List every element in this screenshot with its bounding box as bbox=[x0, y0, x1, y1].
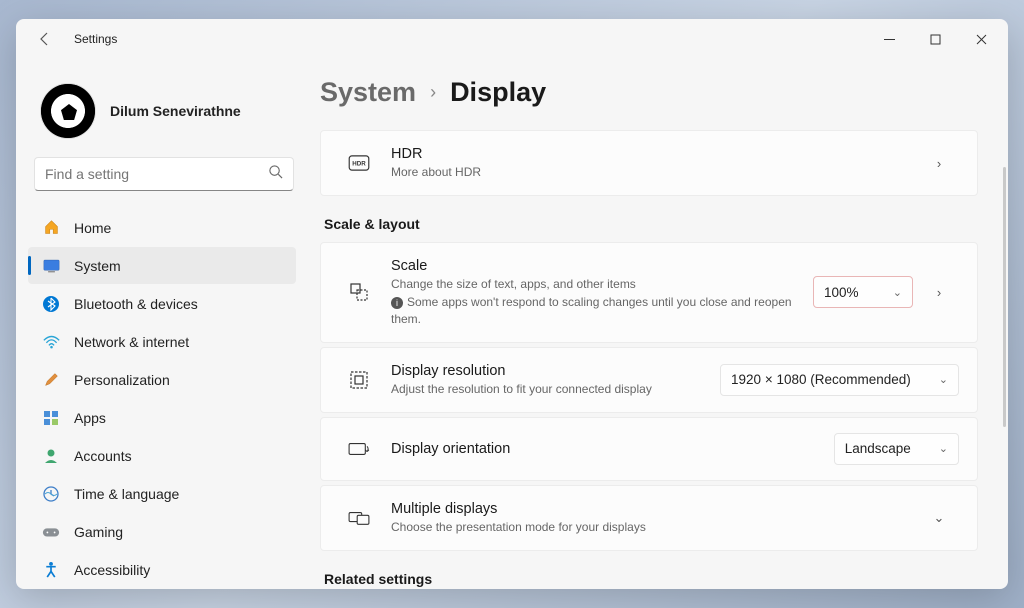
user-name: Dilum Senevirathne bbox=[110, 103, 241, 119]
back-button[interactable] bbox=[30, 24, 60, 54]
nav-item-system[interactable]: System bbox=[28, 247, 296, 284]
orientation-title: Display orientation bbox=[391, 441, 822, 457]
gaming-icon bbox=[42, 523, 60, 541]
chevron-down-icon: ⌄ bbox=[893, 286, 902, 299]
nav-label: Time & language bbox=[74, 486, 179, 502]
nav-item-bluetooth[interactable]: Bluetooth & devices bbox=[28, 285, 296, 322]
resolution-title: Display resolution bbox=[391, 363, 708, 379]
network-icon bbox=[42, 333, 60, 351]
accounts-icon bbox=[42, 447, 60, 465]
content: Dilum Senevirathne Home System Bluetooth… bbox=[16, 59, 1008, 589]
orientation-icon bbox=[339, 440, 379, 458]
nav-label: Personalization bbox=[74, 372, 170, 388]
nav-label: Network & internet bbox=[74, 334, 189, 350]
scale-card[interactable]: Scale Change the size of text, apps, and… bbox=[320, 242, 978, 343]
nav-label: Apps bbox=[74, 410, 106, 426]
nav-label: System bbox=[74, 258, 121, 274]
window-controls bbox=[866, 21, 1004, 57]
scrollbar[interactable] bbox=[1003, 167, 1006, 427]
personalization-icon bbox=[42, 371, 60, 389]
search-box[interactable] bbox=[34, 157, 294, 191]
hdr-sub: More about HDR bbox=[391, 164, 901, 180]
resolution-sub: Adjust the resolution to fit your connec… bbox=[391, 381, 708, 397]
scale-sub1: Change the size of text, apps, and other… bbox=[391, 276, 801, 292]
section-scale-layout: Scale & layout bbox=[324, 216, 978, 232]
system-icon bbox=[42, 257, 60, 275]
nav-item-accounts[interactable]: Accounts bbox=[28, 437, 296, 474]
info-icon: i bbox=[391, 297, 403, 309]
resolution-card[interactable]: Display resolution Adjust the resolution… bbox=[320, 347, 978, 413]
scale-title: Scale bbox=[391, 258, 801, 274]
breadcrumb-parent[interactable]: System bbox=[320, 77, 416, 108]
breadcrumb: System › Display bbox=[320, 77, 978, 108]
scale-select[interactable]: 100% ⌄ bbox=[813, 276, 913, 308]
nav-label: Bluetooth & devices bbox=[74, 296, 198, 312]
settings-window: Settings Dilum Senevirathne Home bbox=[16, 19, 1008, 589]
minimize-button[interactable] bbox=[866, 21, 912, 57]
nav-item-time[interactable]: Time & language bbox=[28, 475, 296, 512]
avatar bbox=[40, 83, 96, 139]
nav-label: Gaming bbox=[74, 524, 123, 540]
hdr-title: HDR bbox=[391, 146, 901, 162]
multiple-displays-card[interactable]: Multiple displays Choose the presentatio… bbox=[320, 485, 978, 551]
orientation-select[interactable]: Landscape ⌄ bbox=[834, 433, 959, 465]
hdr-icon: HDR bbox=[339, 155, 379, 171]
nav-label: Accounts bbox=[74, 448, 132, 464]
nav-label: Accessibility bbox=[74, 562, 150, 578]
search-input[interactable] bbox=[45, 166, 268, 182]
nav: Home System Bluetooth & devices Network … bbox=[28, 209, 300, 589]
apps-icon bbox=[42, 409, 60, 427]
nav-label: Home bbox=[74, 220, 111, 236]
resolution-value: 1920 × 1080 (Recommended) bbox=[731, 372, 911, 387]
main-panel: System › Display HDR HDR More about HDR … bbox=[312, 59, 1008, 589]
nav-item-personalization[interactable]: Personalization bbox=[28, 361, 296, 398]
chevron-right-icon: › bbox=[430, 82, 436, 103]
user-profile[interactable]: Dilum Senevirathne bbox=[28, 71, 300, 157]
breadcrumb-current: Display bbox=[450, 77, 546, 108]
multiple-sub: Choose the presentation mode for your di… bbox=[391, 519, 901, 535]
chevron-right-icon: › bbox=[919, 156, 959, 171]
chevron-right-icon[interactable]: › bbox=[919, 285, 959, 300]
maximize-button[interactable] bbox=[912, 21, 958, 57]
titlebar: Settings bbox=[16, 19, 1008, 59]
nav-item-home[interactable]: Home bbox=[28, 209, 296, 246]
resolution-select[interactable]: 1920 × 1080 (Recommended) ⌄ bbox=[720, 364, 959, 396]
window-title: Settings bbox=[74, 32, 117, 46]
multiple-displays-icon bbox=[339, 509, 379, 527]
scale-icon bbox=[339, 282, 379, 302]
sidebar: Dilum Senevirathne Home System Bluetooth… bbox=[16, 59, 312, 589]
chevron-down-icon: ⌄ bbox=[939, 373, 948, 386]
orientation-value: Landscape bbox=[845, 441, 911, 456]
nav-item-network[interactable]: Network & internet bbox=[28, 323, 296, 360]
accessibility-icon bbox=[42, 561, 60, 579]
svg-text:HDR: HDR bbox=[352, 161, 366, 168]
orientation-card[interactable]: Display orientation Landscape ⌄ bbox=[320, 417, 978, 481]
hdr-card[interactable]: HDR HDR More about HDR › bbox=[320, 130, 978, 196]
chevron-down-icon[interactable]: ⌄ bbox=[919, 510, 959, 526]
nav-item-accessibility[interactable]: Accessibility bbox=[28, 551, 296, 588]
scale-value: 100% bbox=[824, 285, 859, 300]
close-button[interactable] bbox=[958, 21, 1004, 57]
search-icon bbox=[268, 164, 283, 184]
time-icon bbox=[42, 485, 60, 503]
multiple-title: Multiple displays bbox=[391, 501, 901, 517]
resolution-icon bbox=[339, 370, 379, 390]
bluetooth-icon bbox=[42, 295, 60, 313]
nav-item-apps[interactable]: Apps bbox=[28, 399, 296, 436]
section-related: Related settings bbox=[324, 571, 978, 587]
chevron-down-icon: ⌄ bbox=[939, 442, 948, 455]
home-icon bbox=[42, 219, 60, 237]
scale-sub2: iSome apps won't respond to scaling chan… bbox=[391, 294, 801, 326]
nav-item-gaming[interactable]: Gaming bbox=[28, 513, 296, 550]
